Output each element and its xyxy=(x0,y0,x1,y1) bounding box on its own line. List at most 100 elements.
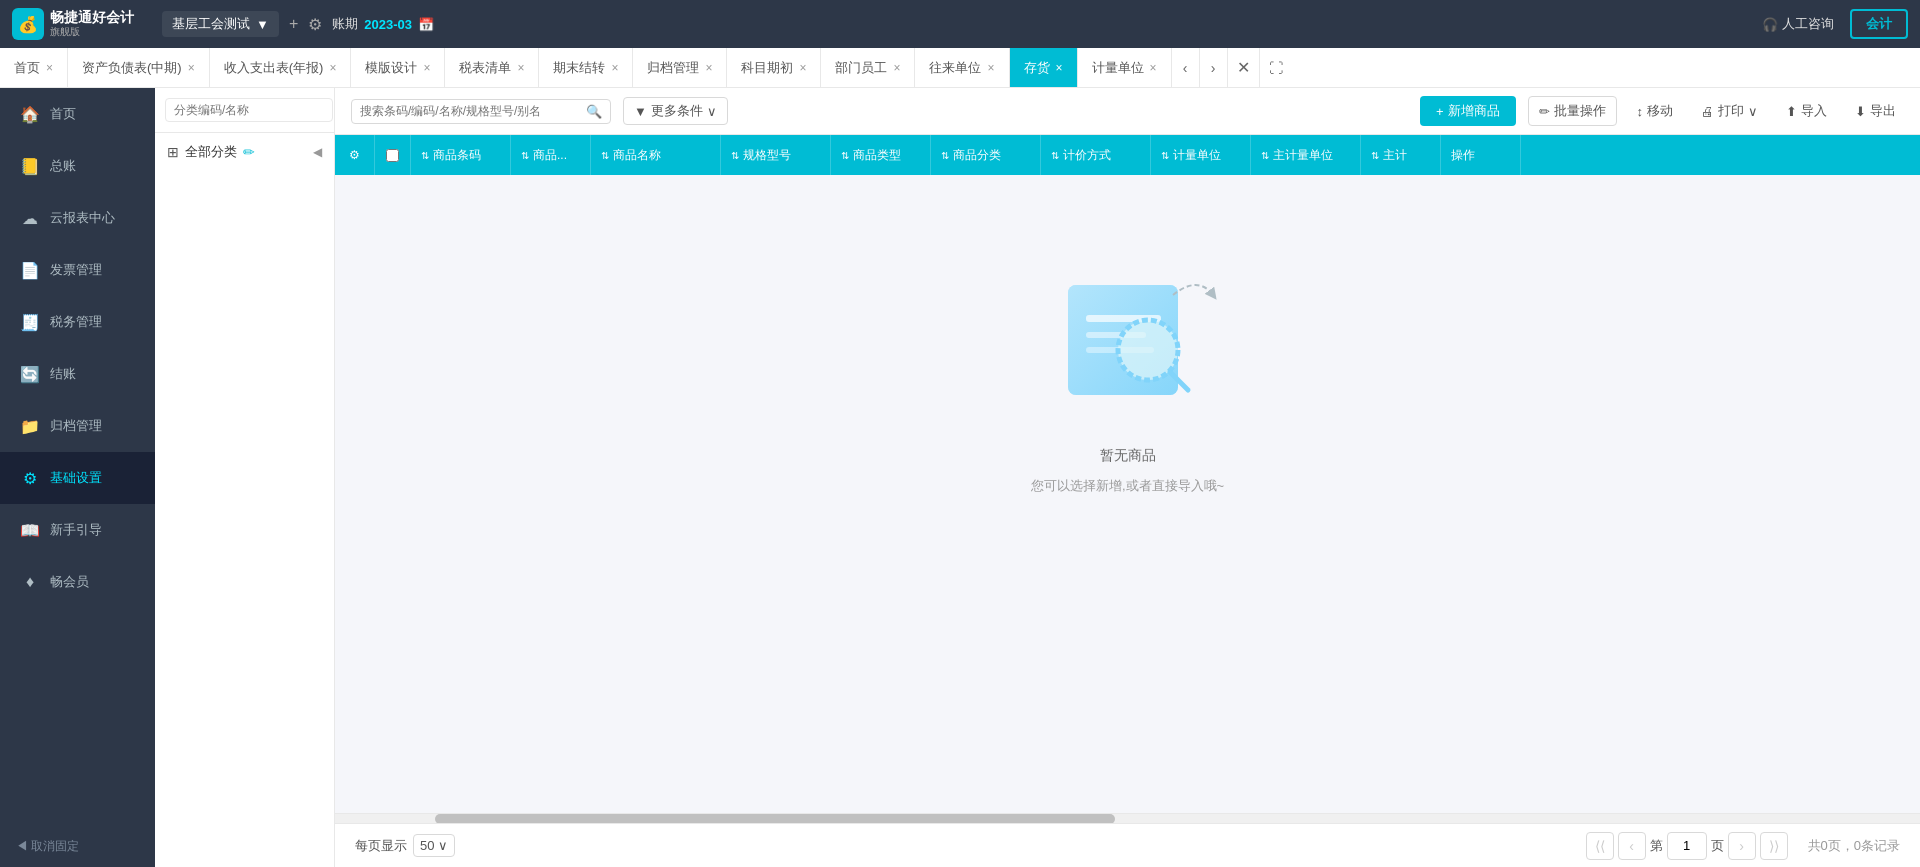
tab-close-subject[interactable]: × xyxy=(799,61,806,75)
settings-nav-icon: ⚙ xyxy=(20,469,40,488)
sidebar-item-settings[interactable]: ⚙ 基础设置 xyxy=(0,452,155,504)
th-name[interactable]: ⇅ 商品名称 xyxy=(591,135,721,175)
first-page-btn[interactable]: ⟨⟨ xyxy=(1586,832,1614,860)
export-button[interactable]: ⬇ 导出 xyxy=(1847,97,1904,125)
kuaiji-button[interactable]: 会计 xyxy=(1850,9,1908,39)
tab-close-balance[interactable]: × xyxy=(188,61,195,75)
tab-close-inventory[interactable]: × xyxy=(1056,61,1063,75)
th-barcode[interactable]: ⇅ 商品条码 xyxy=(411,135,511,175)
th-checkbox[interactable] xyxy=(375,135,411,175)
horizontal-scrollbar[interactable] xyxy=(335,813,1920,823)
sidebar-item-tax[interactable]: 🧾 税务管理 xyxy=(0,296,155,348)
empty-title: 暂无商品 xyxy=(1100,447,1156,465)
import-button[interactable]: ⬆ 导入 xyxy=(1778,97,1835,125)
th-code[interactable]: ⇅ 商品... xyxy=(511,135,591,175)
next-page-btn[interactable]: › xyxy=(1728,832,1756,860)
sidebar-item-invoice[interactable]: 📄 发票管理 xyxy=(0,244,155,296)
sidebar-item-archive[interactable]: 📁 归档管理 xyxy=(0,400,155,452)
company-selector[interactable]: 基层工会测试 ▼ xyxy=(162,11,279,37)
sidebar-item-checkout[interactable]: 🔄 结账 xyxy=(0,348,155,400)
tab-dept[interactable]: 部门员工 × xyxy=(821,48,915,88)
tab-close-template[interactable]: × xyxy=(423,61,430,75)
chevron-down-icon: ∨ xyxy=(707,104,717,119)
archive-icon: 📁 xyxy=(20,417,40,436)
edit-icon[interactable]: ✏ xyxy=(243,144,255,160)
th-type[interactable]: ⇅ 商品类型 xyxy=(831,135,931,175)
select-all-checkbox[interactable] xyxy=(386,149,399,162)
tab-tax[interactable]: 税表清单 × xyxy=(445,48,539,88)
dropdown-icon: ▼ xyxy=(256,17,269,32)
th-main-calc[interactable]: ⇅ 主计 xyxy=(1361,135,1441,175)
period-value: 2023-03 xyxy=(364,17,412,32)
page-input[interactable] xyxy=(1667,832,1707,860)
prev-page-btn[interactable]: ‹ xyxy=(1618,832,1646,860)
nav-label-guide: 新手引导 xyxy=(50,521,102,539)
add-company-icon[interactable]: + xyxy=(289,15,298,33)
panel-collapse-icon[interactable]: ◀ xyxy=(313,145,322,159)
tab-close-all[interactable]: ✕ xyxy=(1228,48,1260,88)
th-price-method[interactable]: ⇅ 计价方式 xyxy=(1041,135,1151,175)
left-panel-search: 🔍 xyxy=(155,88,334,133)
tab-close-dept[interactable]: × xyxy=(893,61,900,75)
tab-close-unit[interactable]: × xyxy=(1150,61,1157,75)
tab-archive[interactable]: 归档管理 × xyxy=(633,48,727,88)
th-unit[interactable]: ⇅ 计量单位 xyxy=(1151,135,1251,175)
cloud-icon: ☁ xyxy=(20,209,40,228)
service-button[interactable]: 🎧 人工咨询 xyxy=(1762,15,1834,33)
sidebar-item-guide[interactable]: 📖 新手引导 xyxy=(0,504,155,556)
category-header[interactable]: ⊞ 全部分类 ✏ ◀ xyxy=(155,133,334,171)
sort-icon-unit: ⇅ xyxy=(1161,150,1169,161)
export-icon: ⬇ xyxy=(1855,104,1866,119)
tab-template[interactable]: 模版设计 × xyxy=(351,48,445,88)
print-button[interactable]: 🖨 打印 ∨ xyxy=(1693,97,1766,125)
tab-balance-sheet[interactable]: 资产负债表(中期) × xyxy=(68,48,210,88)
tab-close-archive[interactable]: × xyxy=(705,61,712,75)
tab-bar: 首页 × 资产负债表(中期) × 收入支出表(年报) × 模版设计 × 税表清单… xyxy=(0,48,1920,88)
tab-inventory[interactable]: 存货 × xyxy=(1010,48,1078,88)
nav-label-home: 首页 xyxy=(50,105,76,123)
tab-contact[interactable]: 往来单位 × xyxy=(915,48,1009,88)
batch-operation-button[interactable]: ✏ 批量操作 xyxy=(1528,96,1617,126)
new-product-button[interactable]: + 新增商品 xyxy=(1420,96,1516,126)
main-layout: 🏠 首页 📒 总账 ☁ 云报表中心 📄 发票管理 🧾 税务管理 🔄 结账 📁 归… xyxy=(0,88,1920,867)
tab-close-contact[interactable]: × xyxy=(987,61,994,75)
product-search-icon[interactable]: 🔍 xyxy=(586,104,602,119)
sidebar-collapse-btn[interactable]: ◀ 取消固定 xyxy=(0,826,155,867)
empty-subtitle: 您可以选择新增,或者直接导入哦~ xyxy=(1031,477,1224,495)
tab-close-period[interactable]: × xyxy=(611,61,618,75)
tab-period-end[interactable]: 期末结转 × xyxy=(539,48,633,88)
tab-subject[interactable]: 科目期初 × xyxy=(727,48,821,88)
sidebar-item-member[interactable]: ♦ 畅会员 xyxy=(0,556,155,608)
th-model[interactable]: ⇅ 规格型号 xyxy=(721,135,831,175)
sort-icon-main-calc: ⇅ xyxy=(1371,150,1379,161)
tab-unit[interactable]: 计量单位 × xyxy=(1078,48,1172,88)
tab-close-tax[interactable]: × xyxy=(517,61,524,75)
sort-icon-barcode: ⇅ xyxy=(421,150,429,161)
move-button[interactable]: ↕ 移动 xyxy=(1629,97,1682,125)
sidebar-item-home[interactable]: 🏠 首页 xyxy=(0,88,155,140)
sort-icon-main-unit: ⇅ xyxy=(1261,150,1269,161)
guide-icon: 📖 xyxy=(20,521,40,540)
calendar-icon[interactable]: 📅 xyxy=(418,17,434,32)
tab-close-home[interactable]: × xyxy=(46,61,53,75)
category-search-input[interactable] xyxy=(165,98,333,122)
settings-icon[interactable]: ⚙ xyxy=(308,15,322,34)
page-nav: ⟨⟨ ‹ 第 页 › ⟩⟩ 共0页，0条记录 xyxy=(1586,832,1900,860)
more-conditions-btn[interactable]: ▼ 更多条件 ∨ xyxy=(623,97,728,125)
tab-income[interactable]: 收入支出表(年报) × xyxy=(210,48,352,88)
tab-nav-left[interactable]: ‹ xyxy=(1172,48,1200,88)
th-settings[interactable]: ⚙ xyxy=(335,135,375,175)
th-category[interactable]: ⇅ 商品分类 xyxy=(931,135,1041,175)
product-search-input[interactable] xyxy=(360,104,586,118)
tab-expand[interactable]: ⛶ xyxy=(1260,48,1292,88)
per-page-select[interactable]: 50 ∨ xyxy=(413,834,455,857)
sidebar-item-cloud[interactable]: ☁ 云报表中心 xyxy=(0,192,155,244)
tab-close-income[interactable]: × xyxy=(329,61,336,75)
invoice-icon: 📄 xyxy=(20,261,40,280)
sidebar-item-ledger[interactable]: 📒 总账 xyxy=(0,140,155,192)
th-main-unit[interactable]: ⇅ 主计量单位 xyxy=(1251,135,1361,175)
tab-home[interactable]: 首页 × xyxy=(0,48,68,88)
nav-label-ledger: 总账 xyxy=(50,157,76,175)
tab-nav-right[interactable]: › xyxy=(1200,48,1228,88)
last-page-btn[interactable]: ⟩⟩ xyxy=(1760,832,1788,860)
